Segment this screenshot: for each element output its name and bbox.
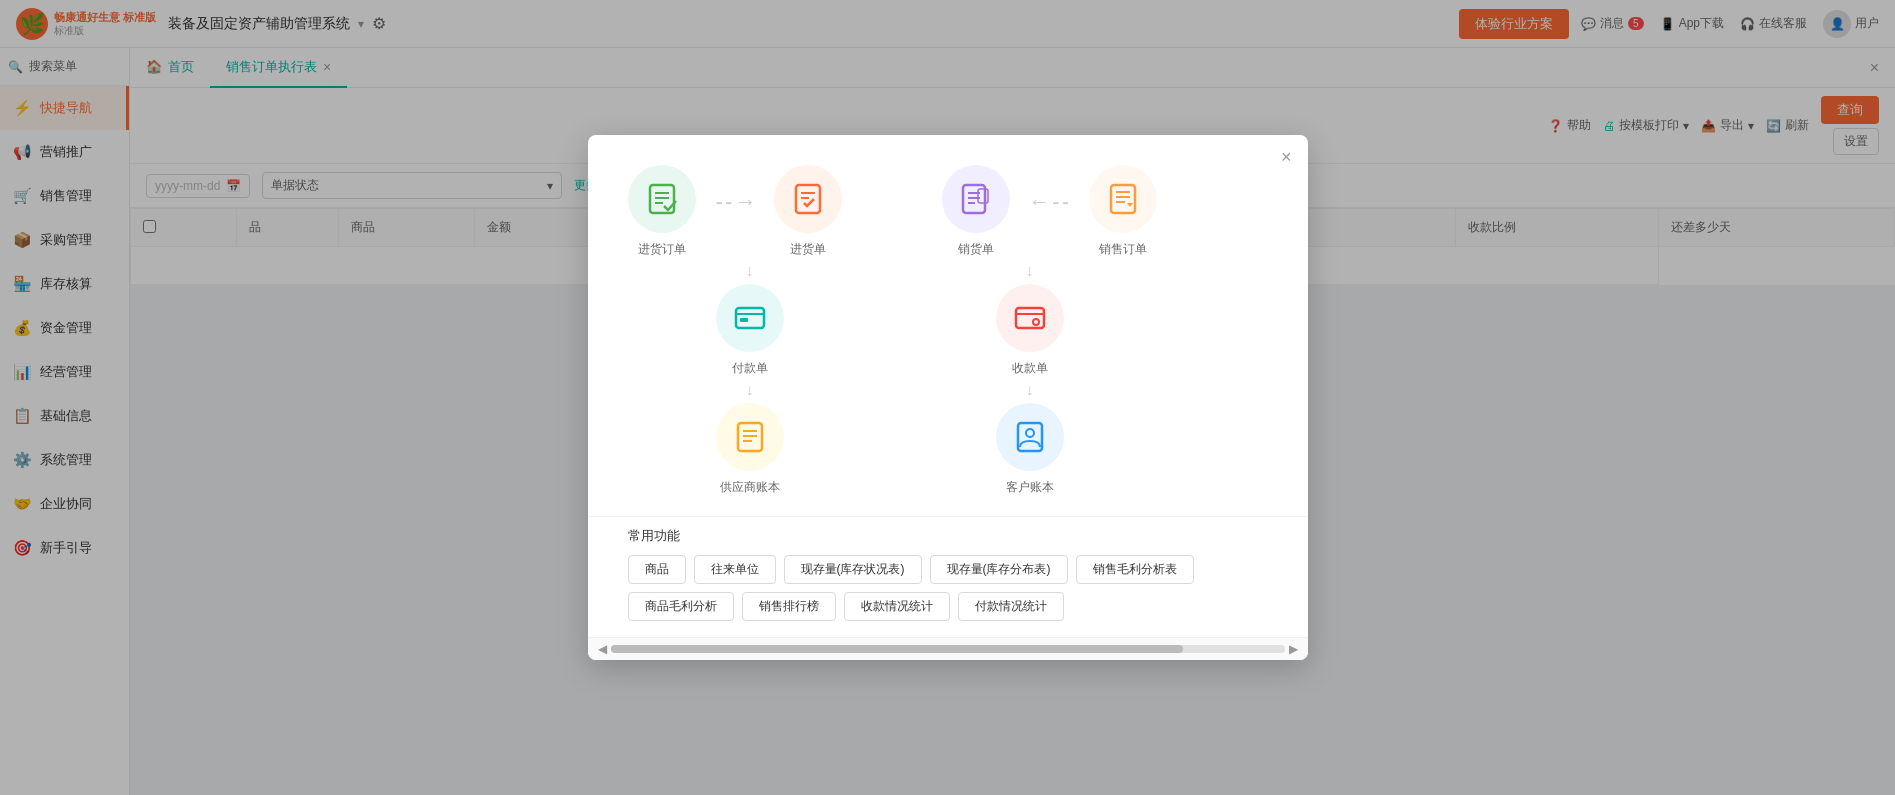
arrow-left-1: - - → — [1030, 189, 1069, 215]
func-btn-8[interactable]: 付款情况统计 — [958, 592, 1064, 621]
node-customer-ledger-circle — [996, 403, 1064, 471]
svg-rect-11 — [978, 189, 988, 203]
node-sales-bill-circle — [942, 165, 1010, 233]
node-sales-bill[interactable]: 销货单 — [942, 165, 1010, 258]
node-purchase-order-label: 进货订单 — [638, 241, 686, 258]
func-btn-0[interactable]: 商品 — [628, 555, 686, 584]
node-payment-circle — [716, 284, 784, 352]
node-payment[interactable]: 付款单 — [716, 284, 784, 377]
node-purchase-order-circle — [628, 165, 696, 233]
workflow-diagram: 进货订单 - - → 进货单 — [588, 135, 1308, 516]
node-purchase-receipt-circle — [774, 165, 842, 233]
func-btn-5[interactable]: 商品毛利分析 — [628, 592, 734, 621]
func-btn-3[interactable]: 现存量(库存分布表) — [930, 555, 1068, 584]
node-sales-bill-label: 销货单 — [958, 241, 994, 258]
node-receipt[interactable]: 收款单 — [996, 284, 1064, 377]
node-receipt-circle — [996, 284, 1064, 352]
quick-nav-modal: × 进货订单 - - → — [588, 135, 1308, 660]
node-supplier-ledger-label: 供应商账本 — [720, 479, 780, 496]
arrow-down-2: ↓ — [1026, 258, 1034, 284]
func-buttons: 商品往来单位现存量(库存状况表) 现存量(库存分布表) 销售毛利分析表商品毛利分析销… — [628, 555, 1268, 621]
func-btn-6[interactable]: 销售排行榜 — [742, 592, 836, 621]
func-btn-7[interactable]: 收款情况统计 — [844, 592, 950, 621]
node-sales-order-label: 销售订单 — [1099, 241, 1147, 258]
svg-rect-18 — [740, 318, 748, 322]
arrow-down-3: ↓ — [746, 377, 754, 403]
node-sales-order[interactable]: 销售订单 — [1089, 165, 1157, 258]
node-customer-ledger-label: 客户账本 — [1006, 479, 1054, 496]
arrow-right-1: - - → — [716, 189, 755, 215]
modal-scrollbar: ◀ ▶ — [588, 637, 1308, 660]
node-purchase-order[interactable]: 进货订单 — [628, 165, 696, 258]
node-receipt-label: 收款单 — [1012, 360, 1048, 377]
modal-close-btn[interactable]: × — [1281, 147, 1292, 168]
scrollbar-track[interactable] — [611, 645, 1285, 653]
func-btn-2[interactable]: 现存量(库存状况表) — [784, 555, 922, 584]
node-supplier-ledger-circle — [716, 403, 784, 471]
svg-point-27 — [1026, 429, 1034, 437]
svg-rect-12 — [1111, 185, 1135, 213]
arrow-down-4: ↓ — [1026, 377, 1034, 403]
arrow-down-1: ↓ — [746, 258, 754, 284]
scroll-left-btn[interactable]: ◀ — [598, 642, 607, 656]
svg-rect-16 — [736, 308, 764, 328]
svg-point-21 — [1033, 319, 1039, 325]
func-btn-1[interactable]: 往来单位 — [694, 555, 776, 584]
common-functions: 常用功能 商品往来单位现存量(库存状况表)现存量(库存分布表)销售毛利分析表商品… — [588, 516, 1308, 637]
node-supplier-ledger[interactable]: 供应商账本 — [716, 403, 784, 496]
svg-rect-19 — [1016, 308, 1044, 328]
node-customer-ledger[interactable]: 客户账本 — [996, 403, 1064, 496]
node-sales-order-circle — [1089, 165, 1157, 233]
node-purchase-receipt[interactable]: 进货单 — [774, 165, 842, 258]
scrollbar-thumb[interactable] — [611, 645, 1184, 653]
scroll-right-btn[interactable]: ▶ — [1289, 642, 1298, 656]
node-purchase-receipt-label: 进货单 — [790, 241, 826, 258]
common-funcs-title: 常用功能 — [628, 527, 1268, 545]
modal-overlay[interactable]: × 进货订单 - - → — [0, 0, 1895, 795]
func-btn-4[interactable]: 销售毛利分析表 — [1076, 555, 1194, 584]
node-payment-label: 付款单 — [732, 360, 768, 377]
